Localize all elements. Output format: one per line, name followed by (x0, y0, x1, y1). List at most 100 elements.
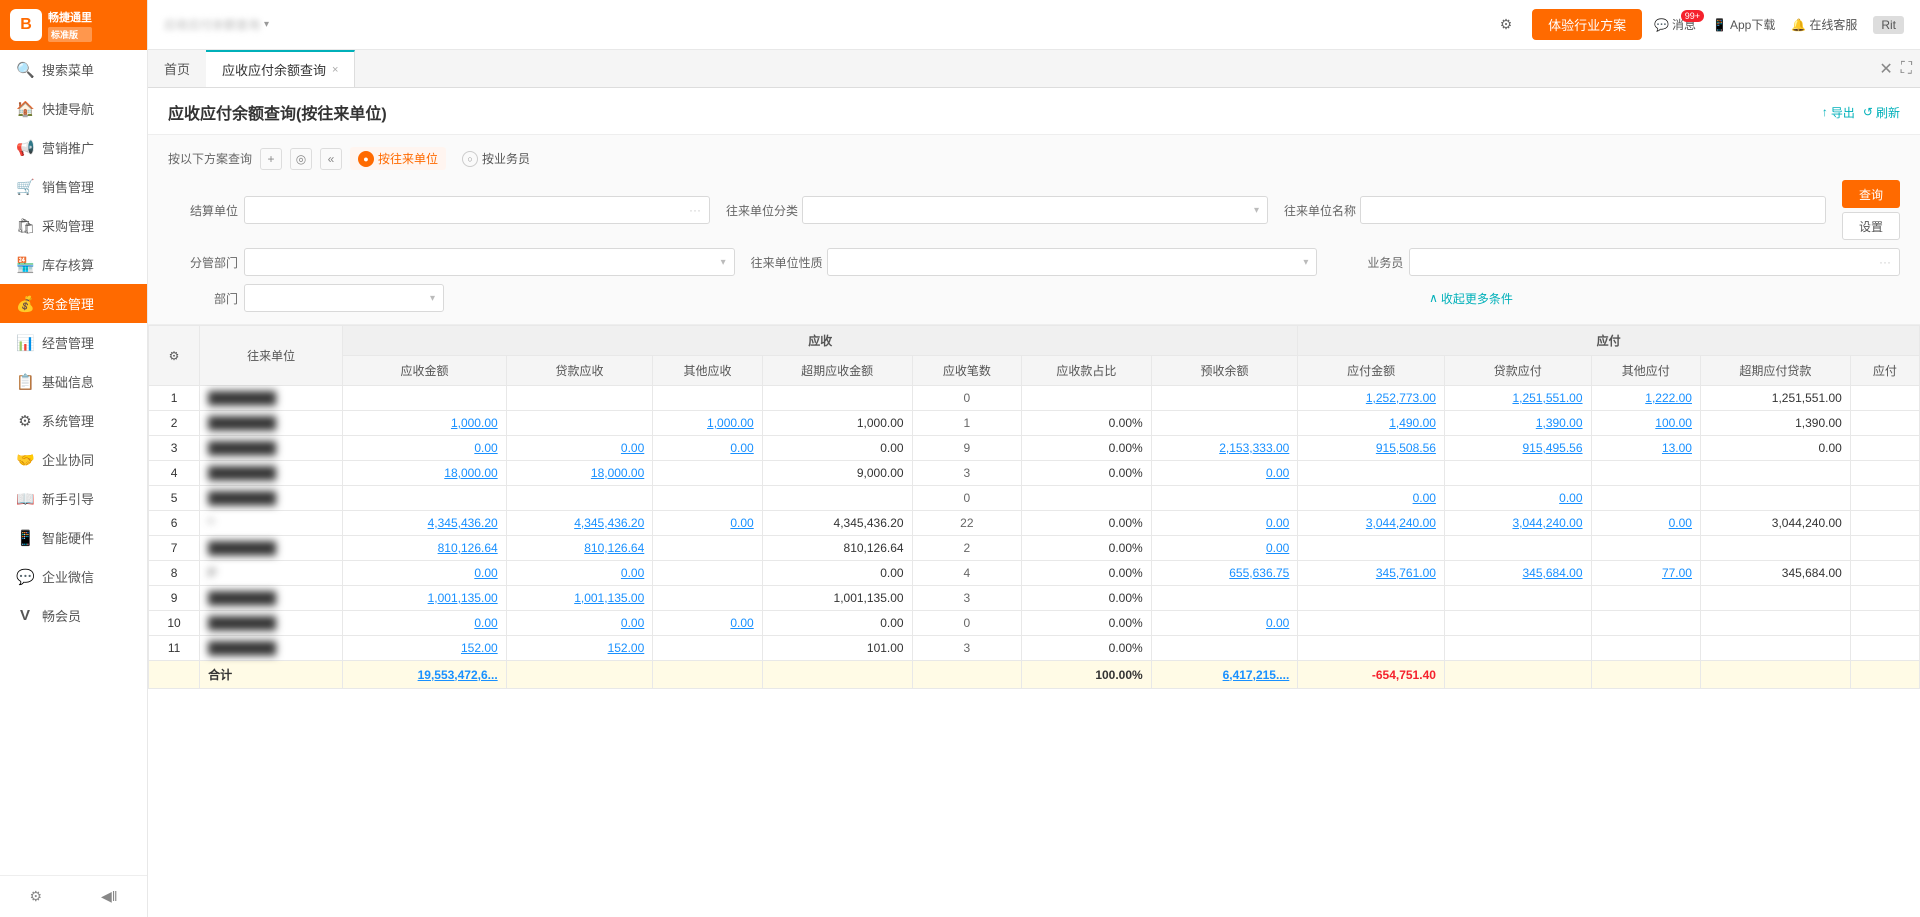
th-ar-ratio: 应收款占比 (1022, 356, 1152, 386)
footer-ar-amount[interactable]: 19,553,472,6... (343, 661, 506, 689)
row-num: 8 (149, 561, 200, 586)
ap-loan (1444, 636, 1591, 661)
tab-home[interactable]: 首页 (148, 50, 206, 87)
sidebar-item-guide[interactable]: 📖 新手引导 (0, 479, 147, 518)
sub-dept-select[interactable]: ▾ (244, 284, 444, 312)
sidebar-item-label: 经营管理 (42, 333, 94, 352)
ar-loan: 0.00 (506, 436, 653, 461)
hardware-icon: 📱 (16, 529, 34, 547)
unit-nature-select[interactable]: ▾ (827, 248, 1318, 276)
ar-overdue: 4,345,436.20 (762, 511, 912, 536)
collapse-sidebar-button[interactable]: ◀‖ (93, 884, 126, 909)
ar-amount: 0.00 (343, 436, 506, 461)
sidebar-item-corp[interactable]: 🤝 企业协同 (0, 440, 147, 479)
table-header-row: 应收金额 贷款应收 其他应收 超期应收金额 应收笔数 应收款占比 预收余额 应付… (149, 356, 1920, 386)
settlement-dots-icon: ··· (689, 203, 701, 217)
export-label: 导出 (1831, 104, 1855, 121)
collapse-more-button[interactable]: ∧ 收起更多条件 (1429, 286, 1513, 311)
tab-active[interactable]: 应收应付余额查询 × (206, 50, 355, 87)
solution-button[interactable]: 体验行业方案 (1532, 9, 1642, 40)
unit-nature-chevron-icon: ▾ (1303, 257, 1308, 268)
ap-overdue (1700, 536, 1850, 561)
ap-amount: 3,044,240.00 (1298, 511, 1445, 536)
scheme-item2-label: 按业务员 (482, 150, 530, 167)
sidebar-item-management[interactable]: 📊 经营管理 (0, 323, 147, 362)
sales-icon: 🛒 (16, 178, 34, 196)
page-header: 应收应付余额查询(按往来单位) ↑ 导出 ↺ 刷新 (148, 88, 1920, 135)
scheme-item-by-salesperson[interactable]: ○ 按业务员 (454, 147, 538, 170)
member-icon: V (16, 607, 34, 624)
ar-amount: 4,345,436.20 (343, 511, 506, 536)
ar-count: 22 (912, 511, 1021, 536)
footer-ap-loan (1444, 661, 1591, 689)
tab-active-label: 应收应付余额查询 (222, 60, 326, 79)
scheme-settings-button[interactable]: ◎ (290, 148, 312, 170)
scheme-collapse-button[interactable]: « (320, 148, 342, 170)
tabbar-actions: ✕ ⛶ (1879, 50, 1920, 87)
add-scheme-button[interactable]: + (260, 148, 282, 170)
sidebar-item-nav[interactable]: 🏠 快捷导航 (0, 89, 147, 128)
sidebar-item-purchase[interactable]: 🛍 采购管理 (0, 206, 147, 245)
sidebar-item-wechat[interactable]: 💬 企业微信 (0, 557, 147, 596)
filter-field-dept: 分管部门 ▾ (168, 248, 735, 276)
salesperson-label: 业务员 (1333, 254, 1403, 271)
query-button[interactable]: 查询 (1842, 180, 1900, 208)
table-row: 7 ████████ 810,126.64 810,126.64 810,126… (149, 536, 1920, 561)
sidebar-item-inventory[interactable]: 🏪 库存核算 (0, 245, 147, 284)
filter-top: 按以下方案查询 + ◎ « ● 按往来单位 ○ 按业务员 (168, 147, 1900, 170)
table-footer-row: 合计 19,553,472,6... 100.00% 6,417,215....… (149, 661, 1920, 689)
message-button[interactable]: 💬 消息 99+ (1654, 16, 1696, 33)
refresh-button[interactable]: ↺ 刷新 (1863, 104, 1900, 121)
footer-ar-prepaid[interactable]: 6,417,215.... (1151, 661, 1298, 689)
ap-overdue (1700, 611, 1850, 636)
ap-last (1850, 586, 1919, 611)
th-unit: 往来单位 (200, 326, 343, 386)
settlement-input[interactable]: ··· (244, 196, 710, 224)
export-button[interactable]: ↑ 导出 (1822, 104, 1855, 121)
th-ar-count: 应收笔数 (912, 356, 1021, 386)
page-header-actions: ↑ 导出 ↺ 刷新 (1822, 104, 1900, 121)
sidebar-item-system[interactable]: ⚙ 系统管理 (0, 401, 147, 440)
row-num: 7 (149, 536, 200, 561)
table-row: 1 ████████ 0 1,252,773.00 1,251,551.00 1… (149, 386, 1920, 411)
page-content: 应收应付余额查询(按往来单位) ↑ 导出 ↺ 刷新 按以下方案查询 + ◎ « (148, 88, 1920, 917)
sidebar-item-marketing[interactable]: 📢 营销推广 (0, 128, 147, 167)
tab-close-button[interactable]: × (332, 64, 338, 76)
settings-button[interactable]: ⚙ (21, 884, 50, 909)
maximize-button[interactable]: ⛶ (1901, 60, 1912, 78)
salesperson-input[interactable]: ··· (1409, 248, 1900, 276)
online-service-button[interactable]: 🔔 在线客服 (1791, 16, 1857, 33)
footer-empty (149, 661, 200, 689)
ap-last (1850, 511, 1919, 536)
dept-select[interactable]: ▾ (244, 248, 735, 276)
app-download-button[interactable]: 📱 App下载 (1712, 16, 1775, 33)
ap-other: 1,222.00 (1591, 386, 1700, 411)
sidebar-item-member[interactable]: V 畅会员 (0, 596, 147, 635)
close-window-button[interactable]: ✕ (1879, 59, 1892, 79)
ar-loan: 152.00 (506, 636, 653, 661)
unit-name-input[interactable] (1360, 196, 1826, 224)
sidebar-item-basic[interactable]: 📋 基础信息 (0, 362, 147, 401)
th-settings[interactable]: ⚙ (149, 326, 200, 386)
ap-other (1591, 486, 1700, 511)
sidebar-item-finance[interactable]: 💰 资金管理 (0, 284, 147, 323)
th-group-ap: 应付 (1298, 326, 1920, 356)
sidebar-item-search[interactable]: 🔍 搜索菜单 (0, 50, 147, 89)
footer-ap-overdue (1700, 661, 1850, 689)
ap-amount (1298, 461, 1445, 486)
sidebar-item-hardware[interactable]: 📱 智能硬件 (0, 518, 147, 557)
ar-overdue (762, 386, 912, 411)
ar-other (653, 636, 762, 661)
settings-gear-button[interactable]: ⚙ (1492, 11, 1520, 39)
ar-ratio (1022, 486, 1152, 511)
scheme-item-by-unit[interactable]: ● 按往来单位 (350, 147, 446, 170)
home-icon: 🏠 (16, 100, 34, 118)
unit-type-select[interactable]: ▾ (802, 196, 1268, 224)
ap-loan: 915,495.56 (1444, 436, 1591, 461)
sidebar-item-sales[interactable]: 🛒 销售管理 (0, 167, 147, 206)
sidebar-item-label: 畅会员 (42, 606, 81, 625)
settings-button[interactable]: 设置 (1842, 212, 1900, 240)
ap-amount (1298, 536, 1445, 561)
app-icon: 📱 (1712, 18, 1727, 32)
ar-count: 2 (912, 536, 1021, 561)
